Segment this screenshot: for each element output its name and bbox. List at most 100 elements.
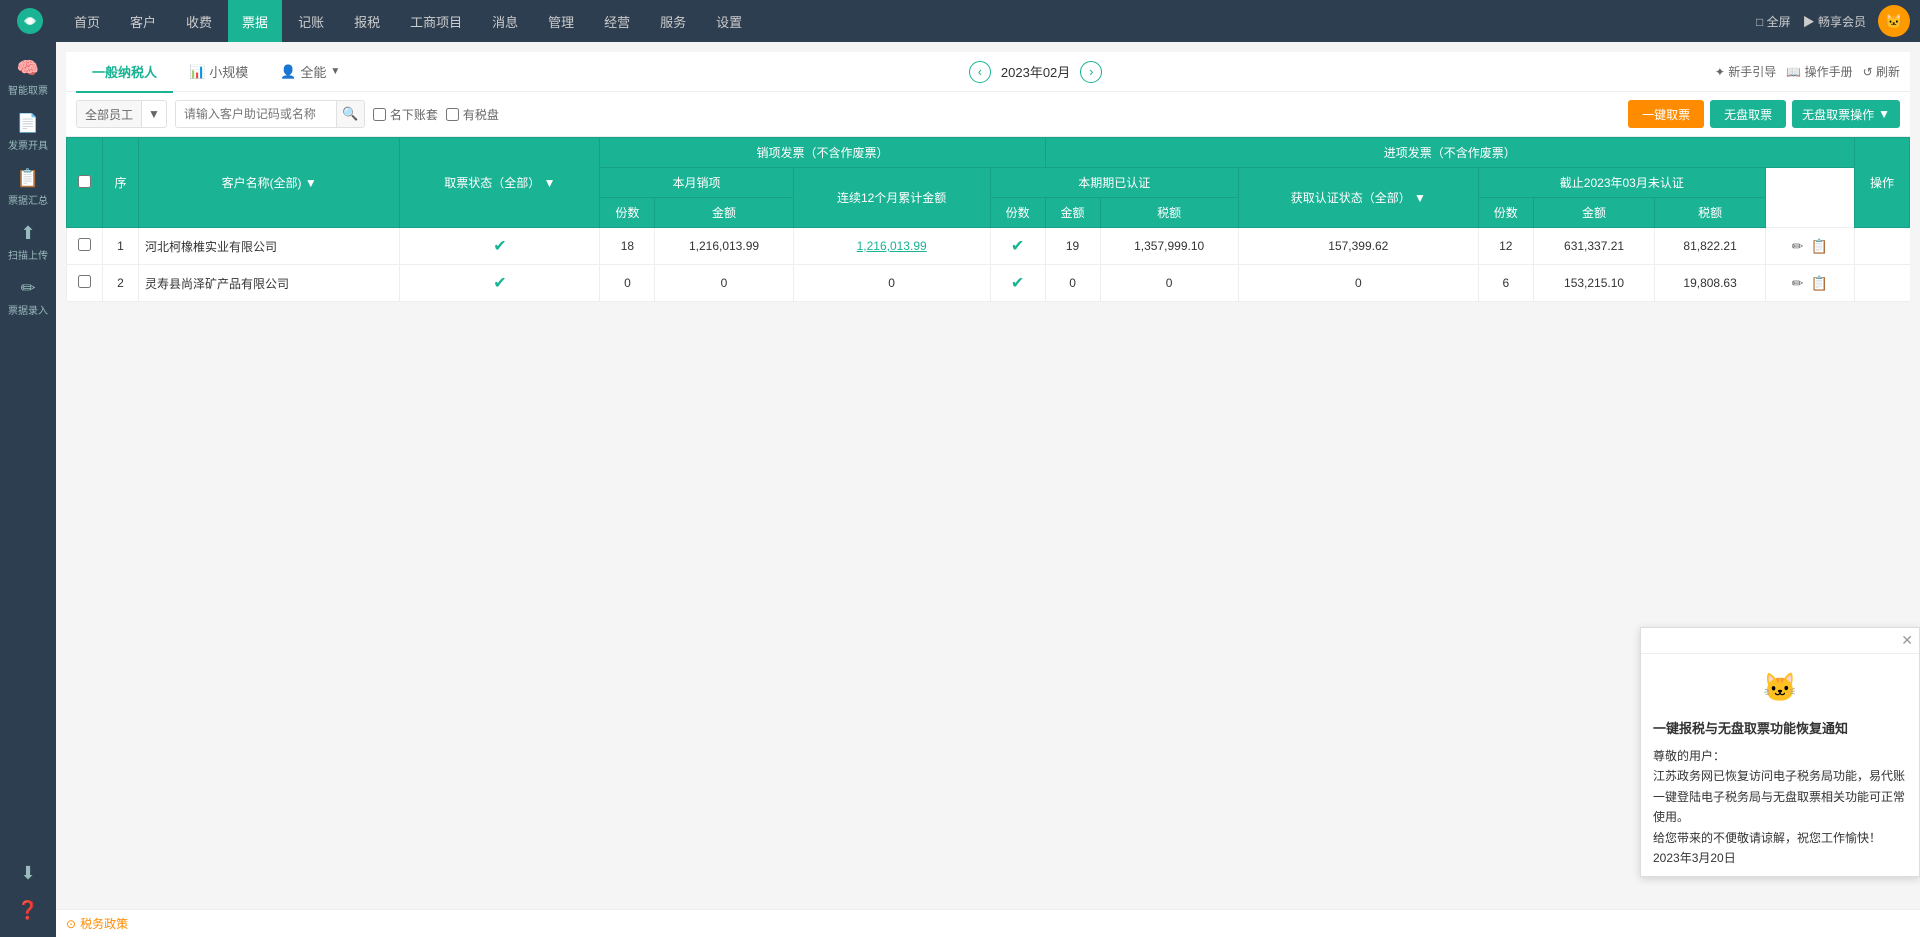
nav-message[interactable]: 消息: [478, 0, 532, 42]
sidebar-item-invoice-entry[interactable]: ✏ 票据录入: [2, 272, 54, 323]
download-icon: ⬇: [20, 863, 35, 884]
period-nav: ‹ 2023年02月 ›: [969, 61, 1102, 83]
invoice-entry-icon: ✏: [20, 278, 35, 299]
sidebar-item-scan-upload[interactable]: ⬆ 扫描上传: [2, 217, 54, 268]
row-num: 1: [103, 228, 139, 265]
status-label[interactable]: 税务政策: [80, 915, 128, 932]
col-purchase-cert-count: 份数: [990, 198, 1045, 228]
fullscreen-btn[interactable]: □ 全屏: [1756, 13, 1791, 30]
search-input[interactable]: [176, 107, 336, 121]
nav-business[interactable]: 工商项目: [396, 0, 476, 42]
checkbox-account-input[interactable]: [373, 108, 386, 121]
sidebar-item-smart-ticket[interactable]: 🧠 智能取票: [2, 52, 54, 103]
select-all-checkbox[interactable]: [78, 175, 91, 188]
nav-customer[interactable]: 客户: [116, 0, 170, 42]
cumulative-link[interactable]: 1,216,013.99: [857, 239, 927, 253]
row-checkbox[interactable]: [78, 275, 91, 288]
row-sales-count: 18: [600, 228, 655, 265]
tab-general-taxpayer[interactable]: 一般纳税人: [76, 52, 173, 93]
ticket-status-icon: ✔: [493, 275, 506, 292]
search-box[interactable]: 🔍: [175, 100, 365, 128]
row-customer-name: 灵寿县尚泽矿产品有限公司: [139, 265, 400, 302]
sidebar-item-invoice-summary[interactable]: 📋 票据汇总: [2, 162, 54, 213]
action-bar: ✦ 新手引导 📖 操作手册 ↺ 刷新: [1715, 63, 1900, 80]
row-sales-amount: 1,216,013.99: [655, 228, 793, 265]
row-purchase-uncert-tax: 19,808.63: [1655, 265, 1766, 302]
notification-body-text: 江苏政务网已恢复访问电子税务局功能，易代账一键登陆电子税务局与无盘取票相关功能可…: [1653, 766, 1907, 827]
employee-dropdown-arrow[interactable]: ▼: [142, 101, 166, 127]
sidebar-label-invoice-entry: 票据录入: [8, 302, 48, 317]
sidebar-label-smart-ticket: 智能取票: [8, 82, 48, 97]
checkbox-tax-disk-input[interactable]: [446, 108, 459, 121]
row-purchase-uncert-amount: 153,215.10: [1533, 265, 1655, 302]
no-disk-ticket-btn[interactable]: 无盘取票: [1710, 100, 1786, 128]
col-purchase-cert-tax: 税额: [1100, 198, 1238, 228]
sidebar-bottom: ⬇ ❓: [2, 857, 54, 937]
prev-period-btn[interactable]: ‹: [969, 61, 991, 83]
nav-operation[interactable]: 经营: [590, 0, 644, 42]
view-btn[interactable]: 📋: [1811, 238, 1828, 254]
row-cert-status: ✔: [990, 265, 1045, 302]
notification-apology: 给您带来的不便敬请谅解，祝您工作愉快！: [1653, 828, 1907, 848]
refresh-link[interactable]: ↺ 刷新: [1863, 63, 1900, 80]
col-checkbox: [67, 138, 103, 228]
new-guide-link[interactable]: ✦ 新手引导: [1715, 63, 1776, 80]
notification-close-btn[interactable]: ✕: [1901, 632, 1913, 649]
view-btn[interactable]: 📋: [1811, 275, 1828, 291]
col-purchase-cert-amount: 金额: [1045, 198, 1100, 228]
row-checkbox[interactable]: [78, 238, 91, 251]
col-monthly-sales: 本月销项: [600, 168, 793, 198]
tab-all[interactable]: 👤 全能 ▼: [264, 52, 356, 93]
row-ticket-status: ✔: [400, 228, 600, 265]
col-cumulative: 连续12个月累计金额: [793, 168, 990, 228]
employee-select[interactable]: 全部员工 ▼: [76, 100, 167, 128]
row-ticket-status: ✔: [400, 265, 600, 302]
nav-tax[interactable]: 报税: [340, 0, 394, 42]
one-key-ticket-btn[interactable]: 一键取票: [1628, 100, 1704, 128]
checkbox-account[interactable]: 名下账套: [373, 106, 438, 123]
edit-btn[interactable]: ✏: [1792, 238, 1804, 254]
nav-invoice[interactable]: 票据: [228, 0, 282, 42]
edit-btn[interactable]: ✏: [1792, 275, 1804, 291]
notification-header: ✕: [1641, 628, 1919, 654]
ticket-status-icon: ✔: [493, 238, 506, 255]
notification-scroll[interactable]: 尊敬的用户： 江苏政务网已恢复访问电子税务局功能，易代账一键登陆电子税务局与无盘…: [1653, 746, 1907, 866]
row-purchase-cert-count: 0: [1045, 265, 1100, 302]
vip-btn[interactable]: ▶ 畅享会员: [1803, 13, 1866, 30]
col-purchase-uncert-amount: 金额: [1533, 198, 1655, 228]
row-checkbox-cell: [67, 265, 103, 302]
notification-body: 🐱 一键报税与无盘取票功能恢复通知 尊敬的用户： 江苏政务网已恢复访问电子税务局…: [1641, 654, 1919, 876]
notification-greeting: 尊敬的用户：: [1653, 746, 1907, 766]
col-cert-status-header: 获取认证状态（全部） ▼: [1238, 168, 1478, 228]
nav-fee[interactable]: 收费: [172, 0, 226, 42]
col-sales-amount: 金额: [655, 198, 793, 228]
nav-home[interactable]: 首页: [60, 0, 114, 42]
table-row: 1 河北柯橡椎实业有限公司 ✔ 18 1,216,013.99 1,216,01…: [67, 228, 1910, 265]
sidebar-label-invoice-summary: 票据汇总: [8, 192, 48, 207]
table-row: 2 灵寿县尚泽矿产品有限公司 ✔ 0 0 0 ✔ 0 0 0 6 153,215…: [67, 265, 1910, 302]
employee-label: 全部员工: [77, 101, 142, 127]
tab-small-scale[interactable]: 📊 小规模: [173, 52, 264, 93]
help-icon: ❓: [17, 900, 39, 921]
nav-service[interactable]: 服务: [646, 0, 700, 42]
col-sales-count: 份数: [600, 198, 655, 228]
left-sidebar: 🧠 智能取票 📄 发票开具 📋 票据汇总 ⬆ 扫描上传 ✏ 票据录入 ⬇ ❓: [0, 42, 56, 937]
row-purchase-cert-amount: 1,357,999.10: [1100, 228, 1238, 265]
sidebar-item-invoice-open[interactable]: 📄 发票开具: [2, 107, 54, 158]
sidebar-item-download[interactable]: ⬇: [2, 857, 54, 890]
manual-link[interactable]: 📖 操作手册: [1786, 63, 1852, 80]
row-operations: ✏ 📋: [1765, 265, 1854, 302]
row-purchase-uncert-tax: 81,822.21: [1655, 228, 1766, 265]
nav-settings[interactable]: 设置: [702, 0, 756, 42]
col-group-sales: 销项发票（不含作废票）: [600, 138, 1045, 168]
search-button[interactable]: 🔍: [336, 100, 364, 128]
table-wrapper: 序 客户名称(全部) ▼ 取票状态（全部） ▼ 销项发票（不含作废票） 进项发票…: [66, 137, 1910, 302]
next-period-btn[interactable]: ›: [1080, 61, 1102, 83]
sidebar-item-help[interactable]: ❓: [2, 894, 54, 927]
checkbox-account-label: 名下账套: [390, 106, 438, 123]
nav-bookkeeping[interactable]: 记账: [284, 0, 338, 42]
nav-manage[interactable]: 管理: [534, 0, 588, 42]
no-disk-ticket-action-btn[interactable]: 无盘取票操作 ▼: [1792, 100, 1900, 128]
checkbox-tax-disk[interactable]: 有税盘: [446, 106, 499, 123]
user-avatar[interactable]: 🐱: [1878, 5, 1910, 37]
